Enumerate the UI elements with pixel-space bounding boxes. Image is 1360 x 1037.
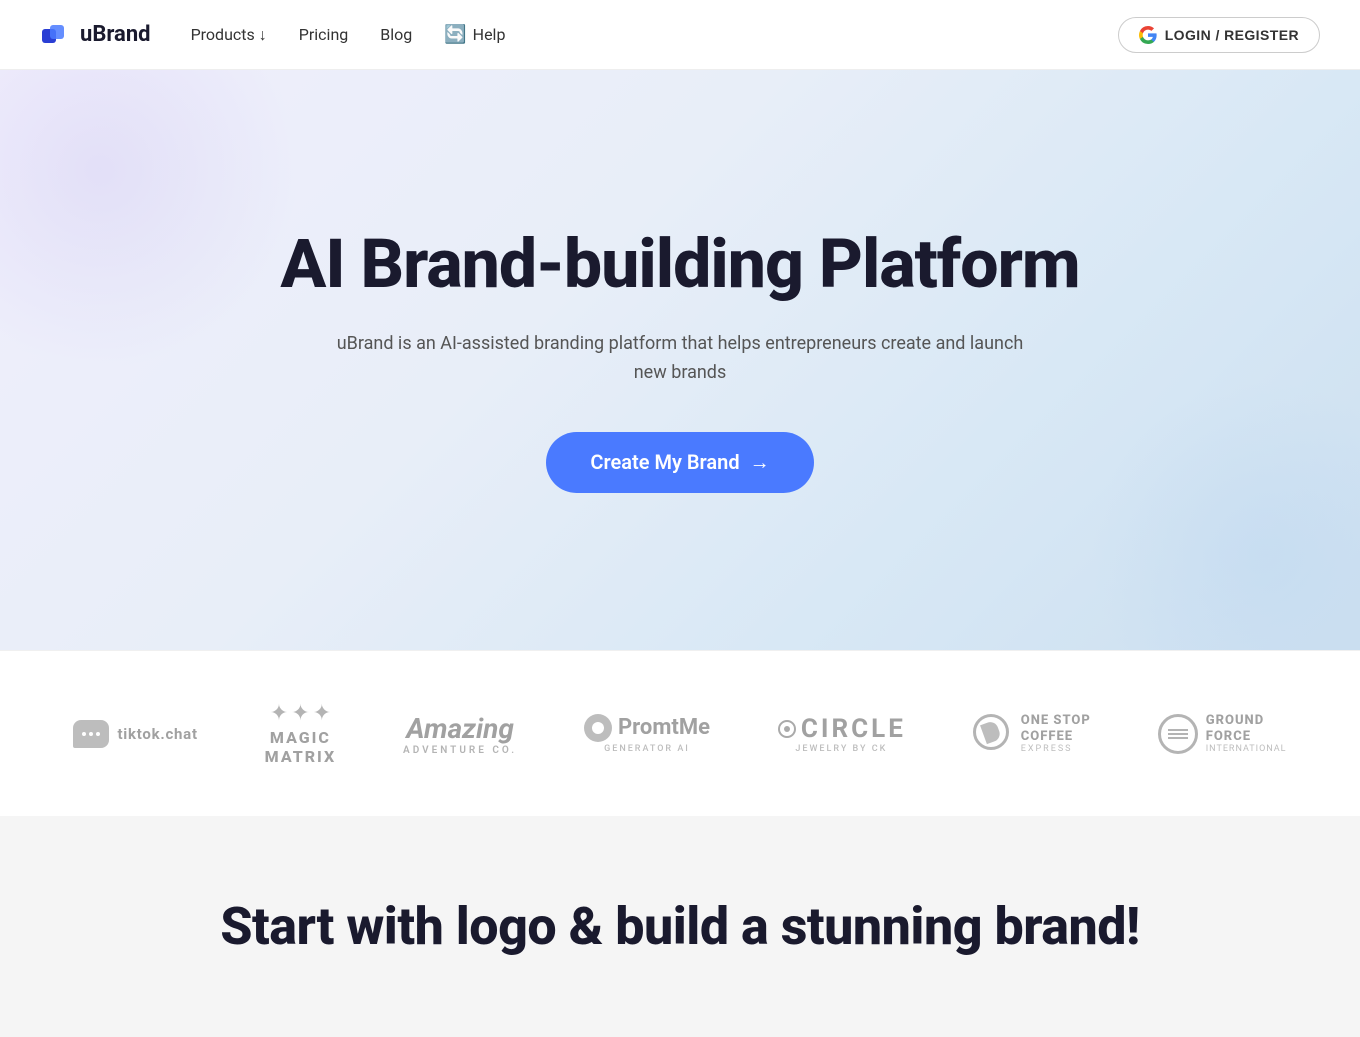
brand-logo-circle: CIRCLE JEWELRY BY CK (777, 714, 906, 754)
brand-logo-ground-force: GROUND FORCE INTERNATIONAL (1158, 713, 1287, 754)
dropdown-arrow-icon: ↓ (259, 25, 267, 45)
logo-text: uBrand (80, 22, 151, 47)
nav-products[interactable]: Products ↓ (191, 25, 267, 45)
google-icon (1139, 26, 1157, 44)
hero-title: AI Brand-building Platform (280, 227, 1079, 302)
promptme-circle-icon (584, 714, 612, 742)
cta-label: Create My Brand (590, 450, 739, 474)
bottom-title: Start with logo & build a stunning brand… (40, 896, 1320, 957)
brand-logo-one-stop-coffee: ONE STOP COFFEE EXPRESS (973, 713, 1091, 754)
bottom-section: Start with logo & build a stunning brand… (0, 816, 1360, 1037)
navbar: uBrand Products ↓ Pricing Blog 🔄 Help (0, 0, 1360, 70)
nav-blog[interactable]: Blog (380, 25, 412, 44)
login-register-button[interactable]: LOGIN / REGISTER (1118, 17, 1320, 53)
logo-icon (40, 19, 72, 51)
navbar-left: uBrand Products ↓ Pricing Blog 🔄 Help (40, 19, 505, 51)
sparkle-icon: ✦ (270, 701, 288, 726)
nav-links: Products ↓ Pricing Blog 🔄 Help (191, 24, 506, 45)
brand-logo-amazing: Amazing ADVENTURE CO. (403, 712, 517, 756)
logos-strip: tiktok.chat ✦ ✦ ✦ MAGIC MATRIX Amazing A… (0, 650, 1360, 816)
hero-subtitle: uBrand is an AI-assisted branding platfo… (330, 330, 1030, 388)
hero-content: AI Brand-building Platform uBrand is an … (280, 227, 1079, 492)
cta-arrow-icon: → (750, 450, 770, 475)
sparkle-icon-3: ✦ (313, 701, 331, 726)
sparkle-icon-2: ✦ (291, 701, 309, 726)
coffee-leaf-icon (973, 714, 1013, 754)
cta-button[interactable]: Create My Brand → (546, 432, 813, 493)
circle-o-icon (777, 719, 797, 739)
nav-pricing[interactable]: Pricing (299, 25, 349, 44)
logo[interactable]: uBrand (40, 19, 151, 51)
help-emoji-icon: 🔄 (444, 24, 466, 45)
nav-help[interactable]: 🔄 Help (444, 24, 505, 45)
brand-logo-promptme: PromtMe GENERATOR AI (584, 714, 710, 754)
ground-force-emblem-icon (1158, 714, 1198, 754)
hero-section: AI Brand-building Platform uBrand is an … (0, 70, 1360, 650)
brand-logo-tiktok-chat: tiktok.chat (73, 720, 197, 748)
brand-logo-magic-matrix: ✦ ✦ ✦ MAGIC MATRIX (265, 701, 336, 766)
chat-bubble-icon (73, 720, 109, 748)
